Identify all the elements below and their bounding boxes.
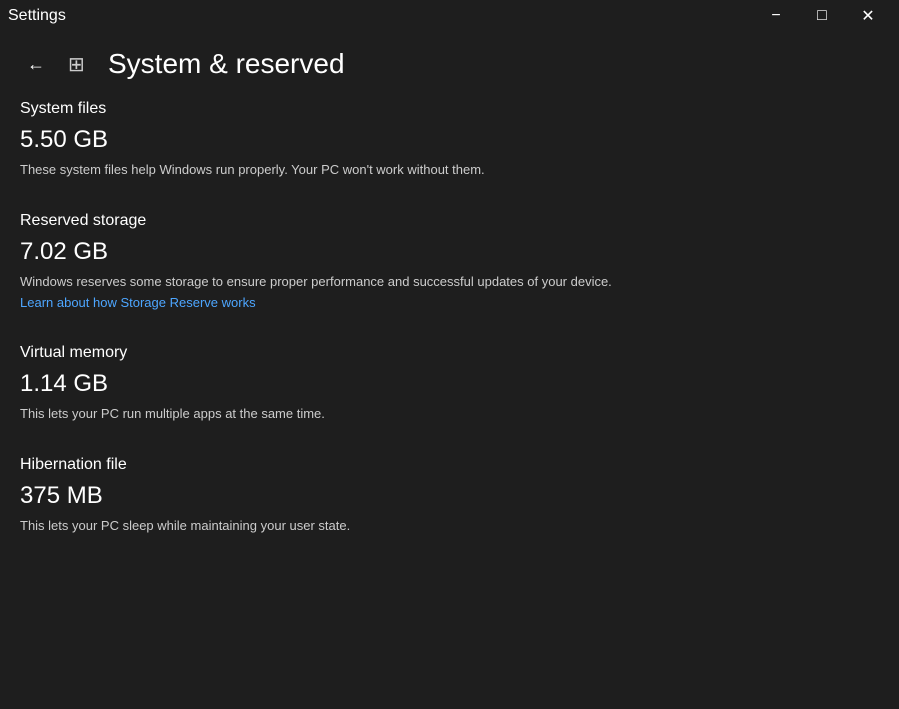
page-title: System & reserved	[108, 48, 345, 80]
maximize-button[interactable]: □	[799, 0, 845, 32]
title-bar-left: Settings	[8, 7, 66, 25]
title-bar-title: Settings	[8, 7, 66, 25]
page-header: ← ⊞ System & reserved	[0, 32, 899, 100]
system-files-desc: These system files help Windows run prop…	[20, 160, 670, 180]
hibernation-file-section: Hibernation file 375 MB This lets your P…	[20, 456, 879, 536]
minimize-button[interactable]: −	[753, 0, 799, 32]
reserved-storage-section: Reserved storage 7.02 GB Windows reserve…	[20, 212, 879, 313]
close-button[interactable]: ✕	[845, 0, 891, 32]
system-files-title: System files	[20, 100, 879, 118]
hibernation-file-size: 375 MB	[20, 482, 879, 510]
reserved-storage-size: 7.02 GB	[20, 238, 879, 266]
hibernation-file-title: Hibernation file	[20, 456, 879, 474]
system-files-section: System files 5.50 GB These system files …	[20, 100, 879, 180]
system-files-size: 5.50 GB	[20, 126, 879, 154]
home-icon[interactable]: ⊞	[68, 52, 92, 76]
reserved-storage-title: Reserved storage	[20, 212, 879, 230]
title-bar-controls: − □ ✕	[753, 0, 891, 32]
storage-reserve-link[interactable]: Learn about how Storage Reserve works	[20, 295, 256, 310]
main-content: System files 5.50 GB These system files …	[0, 100, 899, 535]
back-button[interactable]: ←	[20, 48, 52, 80]
virtual-memory-desc: This lets your PC run multiple apps at t…	[20, 404, 670, 424]
virtual-memory-title: Virtual memory	[20, 344, 879, 362]
hibernation-file-desc: This lets your PC sleep while maintainin…	[20, 516, 670, 536]
reserved-storage-desc: Windows reserves some storage to ensure …	[20, 272, 670, 292]
title-bar: Settings − □ ✕	[0, 0, 899, 32]
virtual-memory-size: 1.14 GB	[20, 370, 879, 398]
virtual-memory-section: Virtual memory 1.14 GB This lets your PC…	[20, 344, 879, 424]
